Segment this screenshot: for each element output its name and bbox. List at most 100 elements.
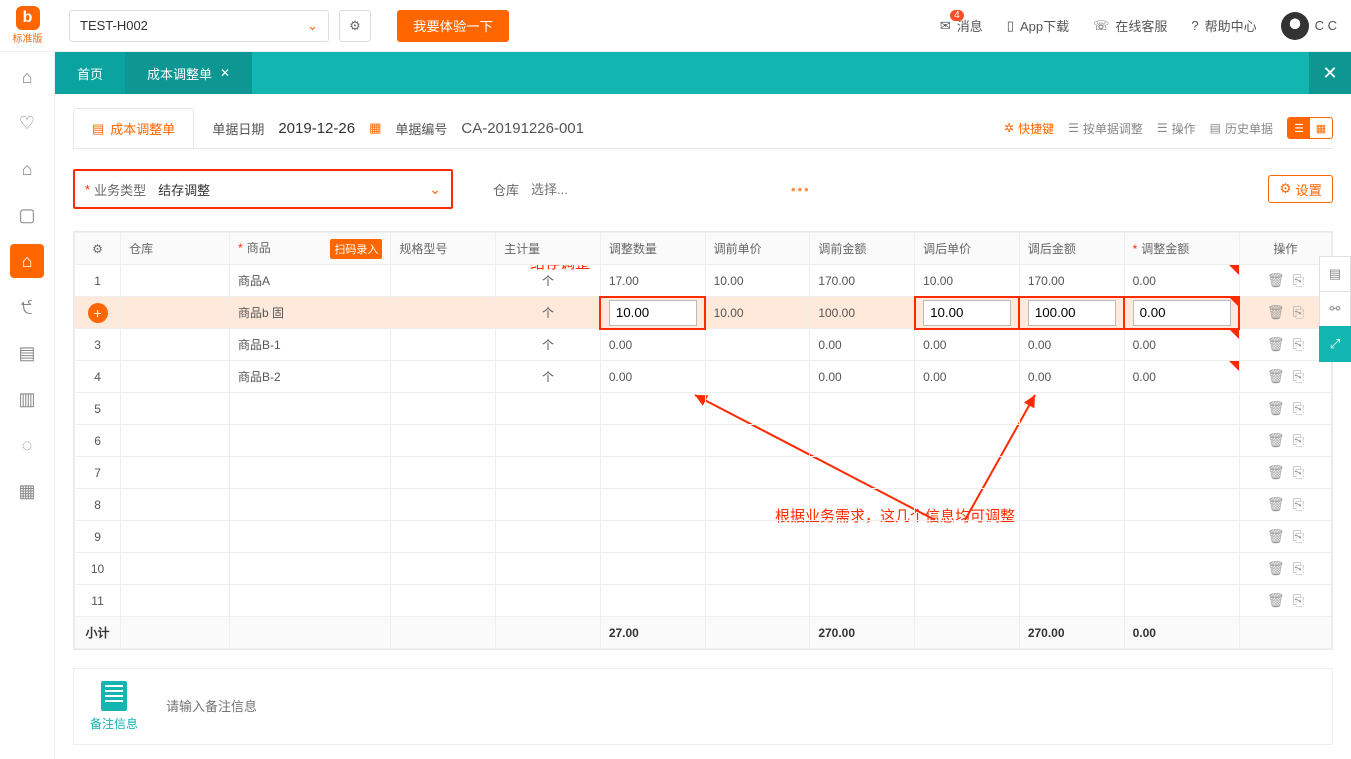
table-row[interactable]: 9🗑⎘ [75,521,1332,553]
subtotal-row: 小计 27.00 270.00 270.00 0.00 [75,617,1332,649]
warehouse-input[interactable] [531,182,751,197]
phone-icon: ▯ [1007,18,1014,34]
add-row-button[interactable]: + [88,303,108,323]
messages-badge: 4 [950,10,964,21]
subtotal-qty: 27.00 [600,617,705,649]
user-menu[interactable]: C C [1281,12,1337,40]
close-all-tabs[interactable]: ✕ [1309,52,1351,94]
float-note-icon[interactable]: ▤ [1319,256,1351,292]
table-row[interactable]: 1商品A个17.0010.00170.0010.00170.000.00🗑⎘ [75,265,1332,297]
settings-button[interactable]: ⚙设置 [1268,175,1333,203]
delete-row-icon[interactable]: 🗑 [1267,528,1285,544]
data-table: ⚙ 仓库 *商品扫码录入 规格型号 主计量 调整数量 调前单价 调前金额 调后单… [73,231,1333,650]
remark-icon-block: 备注信息 [90,681,138,732]
shortcut-link[interactable]: ✲快捷键 [1004,120,1054,137]
copy-row-icon[interactable]: ⎘ [1293,464,1304,480]
post-price-input[interactable] [923,300,1011,326]
app-download-link[interactable]: ▯App下载 [1007,16,1069,35]
delete-row-icon[interactable]: 🗑 [1267,432,1285,448]
messages-link[interactable]: ✉ 消息 4 [940,16,983,35]
nav-report-icon[interactable]: ▥ [10,382,44,416]
table-row[interactable]: 4商品B-2个0.000.000.000.000.00🗑⎘ [75,361,1332,393]
post-amt-input[interactable] [1028,300,1116,326]
calendar-icon[interactable]: ▦ [369,120,381,136]
tab-cost-adjustment[interactable]: 成本调整单✕ [125,52,252,94]
col-idx[interactable]: ⚙ [75,233,121,265]
float-expand-icon[interactable]: ⤢ [1319,326,1351,362]
help-link[interactable]: ?帮助中心 [1191,16,1256,35]
chevron-down-icon: ⌄ [307,18,318,34]
table-row[interactable]: +商品b 固个10.00100.00🗑⎘ [75,297,1332,329]
remark-section: 备注信息 [73,668,1333,745]
copy-row-icon[interactable]: ⎘ [1293,336,1304,352]
adj-amt-input[interactable] [1133,300,1231,326]
history-link[interactable]: ▤历史单据 [1210,120,1273,137]
close-icon[interactable]: ✕ [220,66,230,80]
delete-row-icon[interactable]: 🗑 [1267,400,1285,416]
table-row[interactable]: 10🗑⎘ [75,553,1332,585]
delete-row-icon[interactable]: 🗑 [1267,304,1285,320]
col-post-amt: 调后金额 [1019,233,1124,265]
table-row[interactable]: 6🗑⎘ [75,425,1332,457]
org-settings-button[interactable]: ⚙ [339,10,371,42]
ops-label: 操作 [1172,120,1196,137]
org-select[interactable]: TEST-H002 ⌄ [69,10,329,42]
nav-home-icon[interactable]: ⌂ [10,60,44,94]
by-doc-link[interactable]: ☰按单据调整 [1068,120,1143,137]
doc-date[interactable]: 2019-12-26 [278,120,355,137]
copy-row-icon[interactable]: ⎘ [1293,432,1304,448]
table-row[interactable]: 11🗑⎘ [75,585,1332,617]
delete-row-icon[interactable]: 🗑 [1267,368,1285,384]
qty-input[interactable] [609,300,697,326]
try-button[interactable]: 我要体验一下 [397,10,509,42]
table-row[interactable]: 5🗑⎘ [75,393,1332,425]
col-product-label: 商品 [247,241,271,255]
view-compact-icon[interactable]: ☰ [1288,118,1310,138]
float-link-icon[interactable]: ⚯ [1319,291,1351,327]
nav-new-icon[interactable]: ▦ [10,474,44,508]
page-tabs: 首页 成本调整单✕ ✕ [55,52,1351,94]
nav-gift-icon[interactable]: ♡ [10,106,44,140]
nav-warehouse-icon[interactable]: ⌂ [10,244,44,278]
list-icon: ☰ [1068,121,1079,135]
business-type-select[interactable]: * 业务类型 结存调整 ⌄ [73,169,453,209]
copy-row-icon[interactable]: ⎘ [1293,496,1304,512]
doc-no: CA-20191226-001 [461,120,584,137]
delete-row-icon[interactable]: 🗑 [1267,496,1285,512]
ops-link[interactable]: ☰操作 [1157,120,1196,137]
table-row[interactable]: 8🗑⎘ [75,489,1332,521]
nav-building-icon[interactable]: ⌂ [10,152,44,186]
table-row[interactable]: 7🗑⎘ [75,457,1332,489]
copy-row-icon[interactable]: ⎘ [1293,400,1304,416]
copy-row-icon[interactable]: ⎘ [1293,592,1304,608]
history-label: 历史单据 [1225,120,1273,137]
nav-loading-icon[interactable]: ◌ [10,428,44,462]
nav-clipboard-icon[interactable]: ▤ [10,336,44,370]
tab-home[interactable]: 首页 [55,52,125,94]
remark-input[interactable] [166,699,1316,714]
view-grid-icon[interactable]: ▦ [1310,118,1332,138]
customer-service-link[interactable]: ☏在线客服 [1093,16,1167,35]
scan-button[interactable]: 扫码录入 [330,239,382,259]
nav-bag-icon[interactable]: ▢ [10,198,44,232]
message-icon: ✉ [940,18,951,34]
copy-row-icon[interactable]: ⎘ [1293,304,1304,320]
col-pre-price: 调前单价 [705,233,810,265]
copy-row-icon[interactable]: ⎘ [1293,368,1304,384]
delete-row-icon[interactable]: 🗑 [1267,336,1285,352]
copy-row-icon[interactable]: ⎘ [1293,528,1304,544]
doc-title: 成本调整单 [110,119,175,138]
nav-money-icon[interactable]: ੯ [10,290,44,324]
logo-icon: b [16,6,40,30]
right-float-toolbar: ▤ ⚯ ⤢ [1319,256,1351,361]
delete-row-icon[interactable]: 🗑 [1267,592,1285,608]
help-label: 帮助中心 [1205,16,1257,35]
view-toggle[interactable]: ☰▦ [1287,117,1333,139]
delete-row-icon[interactable]: 🗑 [1267,272,1285,288]
delete-row-icon[interactable]: 🗑 [1267,560,1285,576]
delete-row-icon[interactable]: 🗑 [1267,464,1285,480]
table-row[interactable]: 3商品B-1个0.000.000.000.000.00🗑⎘ [75,329,1332,361]
copy-row-icon[interactable]: ⎘ [1293,272,1304,288]
more-filters-button[interactable]: ••• [791,182,811,197]
copy-row-icon[interactable]: ⎘ [1293,560,1304,576]
